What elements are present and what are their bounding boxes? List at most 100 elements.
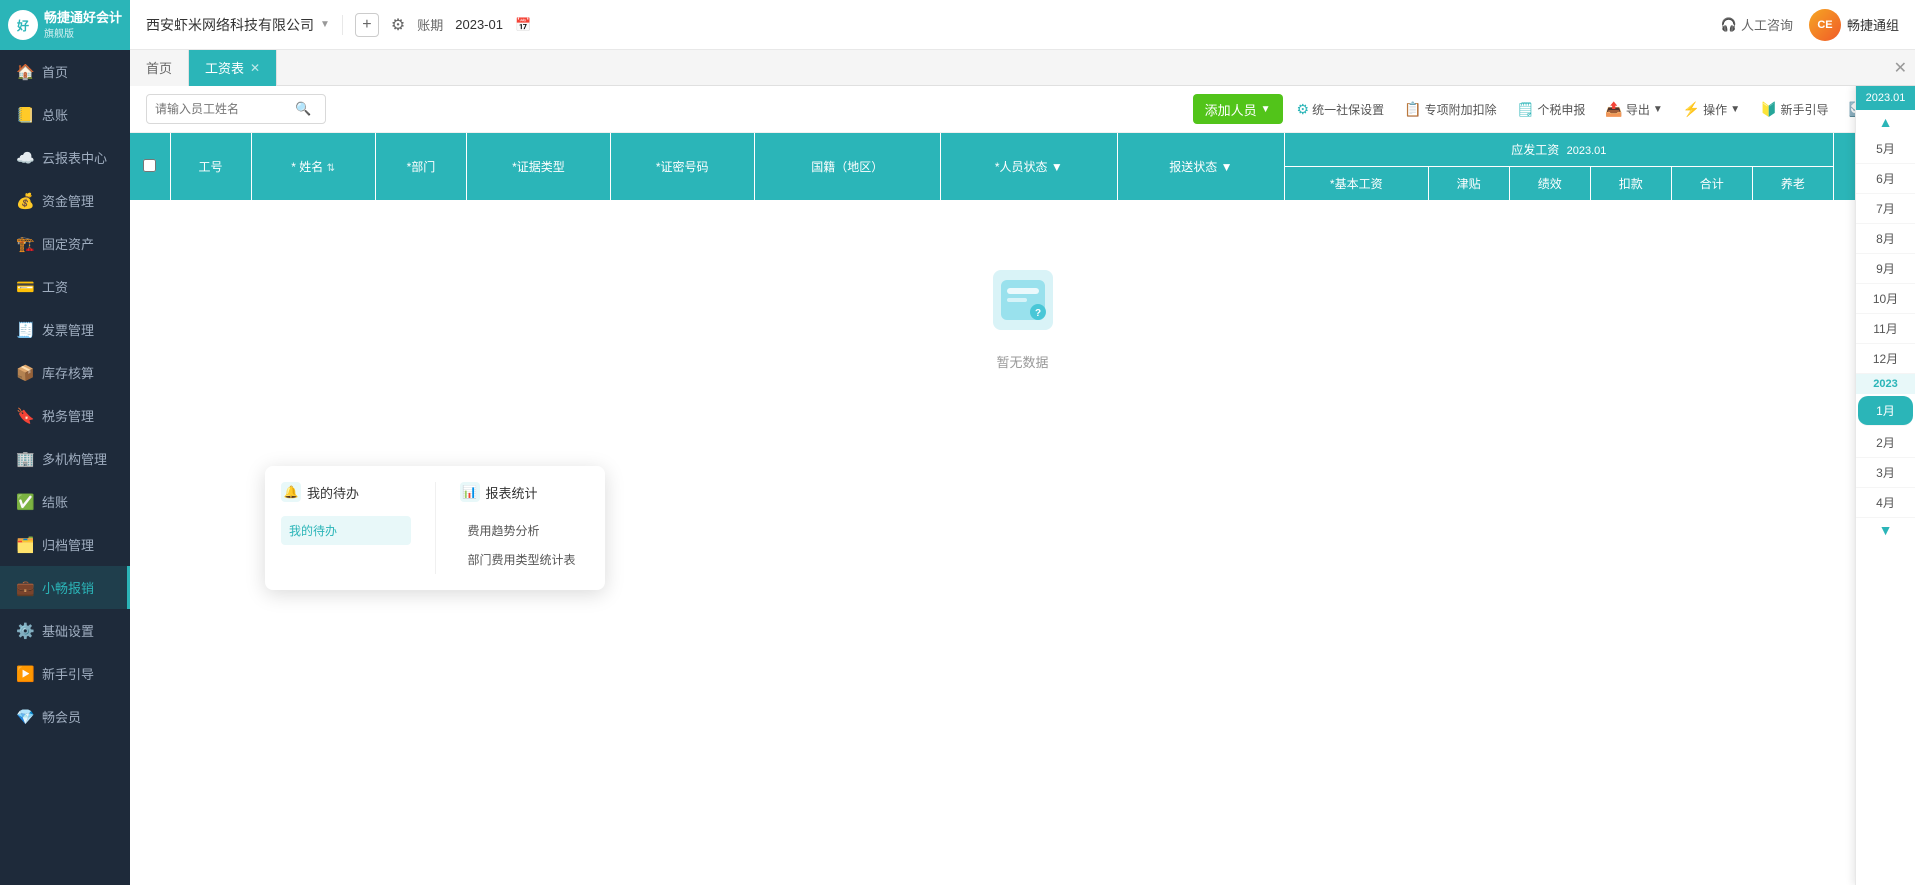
th-allowance: 津贴: [1428, 167, 1509, 201]
month-item-10[interactable]: 10月: [1856, 284, 1915, 314]
month-item-7[interactable]: 7月: [1856, 194, 1915, 224]
sidebar-item-basic-settings[interactable]: ⚙️ 基础设置: [0, 609, 130, 652]
action-operations[interactable]: ⚡ 操作 ▼: [1677, 94, 1746, 124]
search-input[interactable]: [155, 102, 295, 116]
action-tax-report[interactable]: 🗒 个税申报: [1511, 94, 1592, 124]
dropdown-sections: 🔔 我的待办 我的待办 📊 报表统计 费用趋势分析: [281, 482, 589, 574]
period-label: 账期: [417, 15, 443, 34]
sidebar-item-archive[interactable]: 🗂️ 归档管理: [0, 523, 130, 566]
company-selector[interactable]: 西安虾米网络科技有限公司 ▼: [146, 15, 330, 35]
action-special-deduct[interactable]: 📋 专项附加扣除: [1398, 94, 1502, 124]
topbar-gear-icon[interactable]: ⚙: [391, 15, 405, 35]
action-new-guide[interactable]: 🔰 新手引导: [1754, 94, 1834, 124]
dropdown-section-divider: [435, 482, 436, 574]
sidebar-item-cloud-report[interactable]: ☁️ 云报表中心: [0, 136, 130, 179]
tax-report-icon: 🗒: [1517, 101, 1535, 118]
search-wrap: 🔍: [146, 94, 326, 124]
month-panel-down[interactable]: ▼: [1856, 518, 1915, 542]
report-status-filter-icon[interactable]: ▼: [1221, 160, 1233, 174]
sidebar-item-label: 基础设置: [42, 621, 94, 640]
empty-state: ? 暂无数据: [130, 200, 1915, 431]
action-export-label: 导出: [1626, 101, 1650, 118]
sidebar-item-multi-org[interactable]: 🏢 多机构管理: [0, 437, 130, 480]
sidebar-item-salary[interactable]: 💳 工资: [0, 265, 130, 308]
logo-icon: 好: [8, 10, 38, 40]
th-check[interactable]: [130, 133, 170, 200]
dropdown-item-expense-trend[interactable]: 费用趋势分析: [460, 516, 590, 545]
month-item-9[interactable]: 9月: [1856, 254, 1915, 284]
action-export[interactable]: 📤 导出 ▼: [1599, 94, 1668, 124]
sidebar-item-label: 固定资产: [42, 234, 94, 253]
sidebar-item-inventory[interactable]: 📦 库存核算: [0, 351, 130, 394]
topbar-divider1: [342, 15, 343, 35]
service-label: 人工咨询: [1741, 15, 1793, 34]
sidebar-item-home[interactable]: 🏠 首页: [0, 50, 130, 93]
select-all-checkbox[interactable]: [143, 159, 156, 172]
dropdown-item-dept-expense[interactable]: 部门费用类型统计表: [460, 545, 590, 574]
sidebar-item-ledger[interactable]: 📒 总账: [0, 93, 130, 136]
tab-close-icon[interactable]: ✕: [250, 61, 260, 75]
tab-home[interactable]: 首页: [130, 50, 189, 86]
dropdown-item-my-todo[interactable]: 我的待办: [281, 516, 411, 545]
th-total: 合计: [1671, 167, 1752, 201]
month-item-12[interactable]: 12月: [1856, 344, 1915, 374]
period-value: 2023-01: [455, 17, 503, 32]
main-wrapper: 西安虾米网络科技有限公司 ▼ + ⚙ 账期 2023-01 📅 🎧 人工咨询 C…: [130, 0, 1915, 885]
sidebar-item-settlement[interactable]: ✅ 结账: [0, 480, 130, 523]
tab-salary-label: 工资表: [205, 58, 244, 77]
month-item-2[interactable]: 2月: [1856, 428, 1915, 458]
sidebar-item-tax[interactable]: 🔖 税务管理: [0, 394, 130, 437]
export-icon: 📤: [1605, 101, 1622, 118]
person-status-filter-icon[interactable]: ▼: [1051, 160, 1063, 174]
service-button[interactable]: 🎧 人工咨询: [1721, 15, 1793, 34]
month-item-8[interactable]: 8月: [1856, 224, 1915, 254]
month-item-11[interactable]: 11月: [1856, 314, 1915, 344]
sidebar-item-new-guide[interactable]: ▶️ 新手引导: [0, 652, 130, 695]
th-emp-no: 工号: [170, 133, 251, 200]
sidebar: 好 畅捷通好会计 旗舰版 🏠 首页 📒 总账 ☁️ 云报表中心 💰 资金管理 🏗…: [0, 0, 130, 885]
month-item-4[interactable]: 4月: [1856, 488, 1915, 518]
sidebar-item-label: 发票管理: [42, 320, 94, 339]
tabbar: 首页 工资表 ✕ ✕: [130, 50, 1915, 86]
th-cert-type: *证据类型: [467, 133, 611, 200]
add-person-button[interactable]: 添加人员 ▼: [1193, 94, 1283, 124]
company-dropdown-arrow: ▼: [320, 19, 330, 30]
month-item-6[interactable]: 6月: [1856, 164, 1915, 194]
salary-table: 工号 * 姓名 ⇅ *部门 *证据类型 *证密号码 国籍（地区） *人员状态 ▼: [130, 133, 1915, 200]
sidebar-item-fund[interactable]: 💰 资金管理: [0, 179, 130, 222]
action-operations-label: 操作: [1703, 101, 1727, 118]
new-guide-icon: ▶️: [16, 665, 34, 683]
toolbar-right: 添加人员 ▼ ⚙ 统一社保设置 📋 专项附加扣除 🗒 个税申报 📤 导: [1193, 94, 1899, 124]
company-name: 西安虾米网络科技有限公司: [146, 15, 314, 35]
sidebar-item-membership[interactable]: 💎 畅会员: [0, 695, 130, 738]
name-sort-icon[interactable]: ⇅: [327, 163, 335, 174]
sidebar-item-label: 首页: [42, 62, 68, 81]
salary-icon: 💳: [16, 278, 34, 296]
period-badge: 2023.01: [1567, 145, 1607, 157]
home-icon: 🏠: [16, 63, 34, 81]
export-dropdown-icon: ▼: [1653, 104, 1663, 115]
section1-title-icon: 🔔: [281, 482, 301, 502]
dept-expense-label: 部门费用类型统计表: [468, 553, 576, 567]
topbar: 西安虾米网络科技有限公司 ▼ + ⚙ 账期 2023-01 📅 🎧 人工咨询 C…: [130, 0, 1915, 50]
tabbar-close-all[interactable]: ✕: [1894, 58, 1907, 78]
operations-icon: ⚡: [1683, 101, 1700, 118]
user-menu[interactable]: CE 畅捷通组: [1809, 9, 1899, 41]
sidebar-item-fixed-assets[interactable]: 🏗️ 固定资产: [0, 222, 130, 265]
section1-title: 🔔 我的待办: [281, 482, 411, 508]
operations-dropdown-icon: ▼: [1730, 104, 1740, 115]
sidebar-item-invoice[interactable]: 🧾 发票管理: [0, 308, 130, 351]
social-security-icon: ⚙: [1297, 101, 1310, 118]
sidebar-item-xiao-expense[interactable]: 💼 小畅报销: [0, 566, 130, 609]
search-icon[interactable]: 🔍: [295, 101, 311, 117]
tab-salary[interactable]: 工资表 ✕: [189, 50, 277, 86]
month-panel-up[interactable]: ▲: [1856, 110, 1915, 134]
action-social-security[interactable]: ⚙ 统一社保设置: [1291, 94, 1391, 124]
month-item-1[interactable]: 1月: [1858, 396, 1913, 426]
tax-icon: 🔖: [16, 407, 34, 425]
period-calendar-icon[interactable]: 📅: [515, 17, 531, 33]
month-item-5[interactable]: 5月: [1856, 134, 1915, 164]
month-item-3[interactable]: 3月: [1856, 458, 1915, 488]
topbar-add-button[interactable]: +: [355, 13, 379, 37]
special-deduct-icon: 📋: [1404, 101, 1421, 118]
